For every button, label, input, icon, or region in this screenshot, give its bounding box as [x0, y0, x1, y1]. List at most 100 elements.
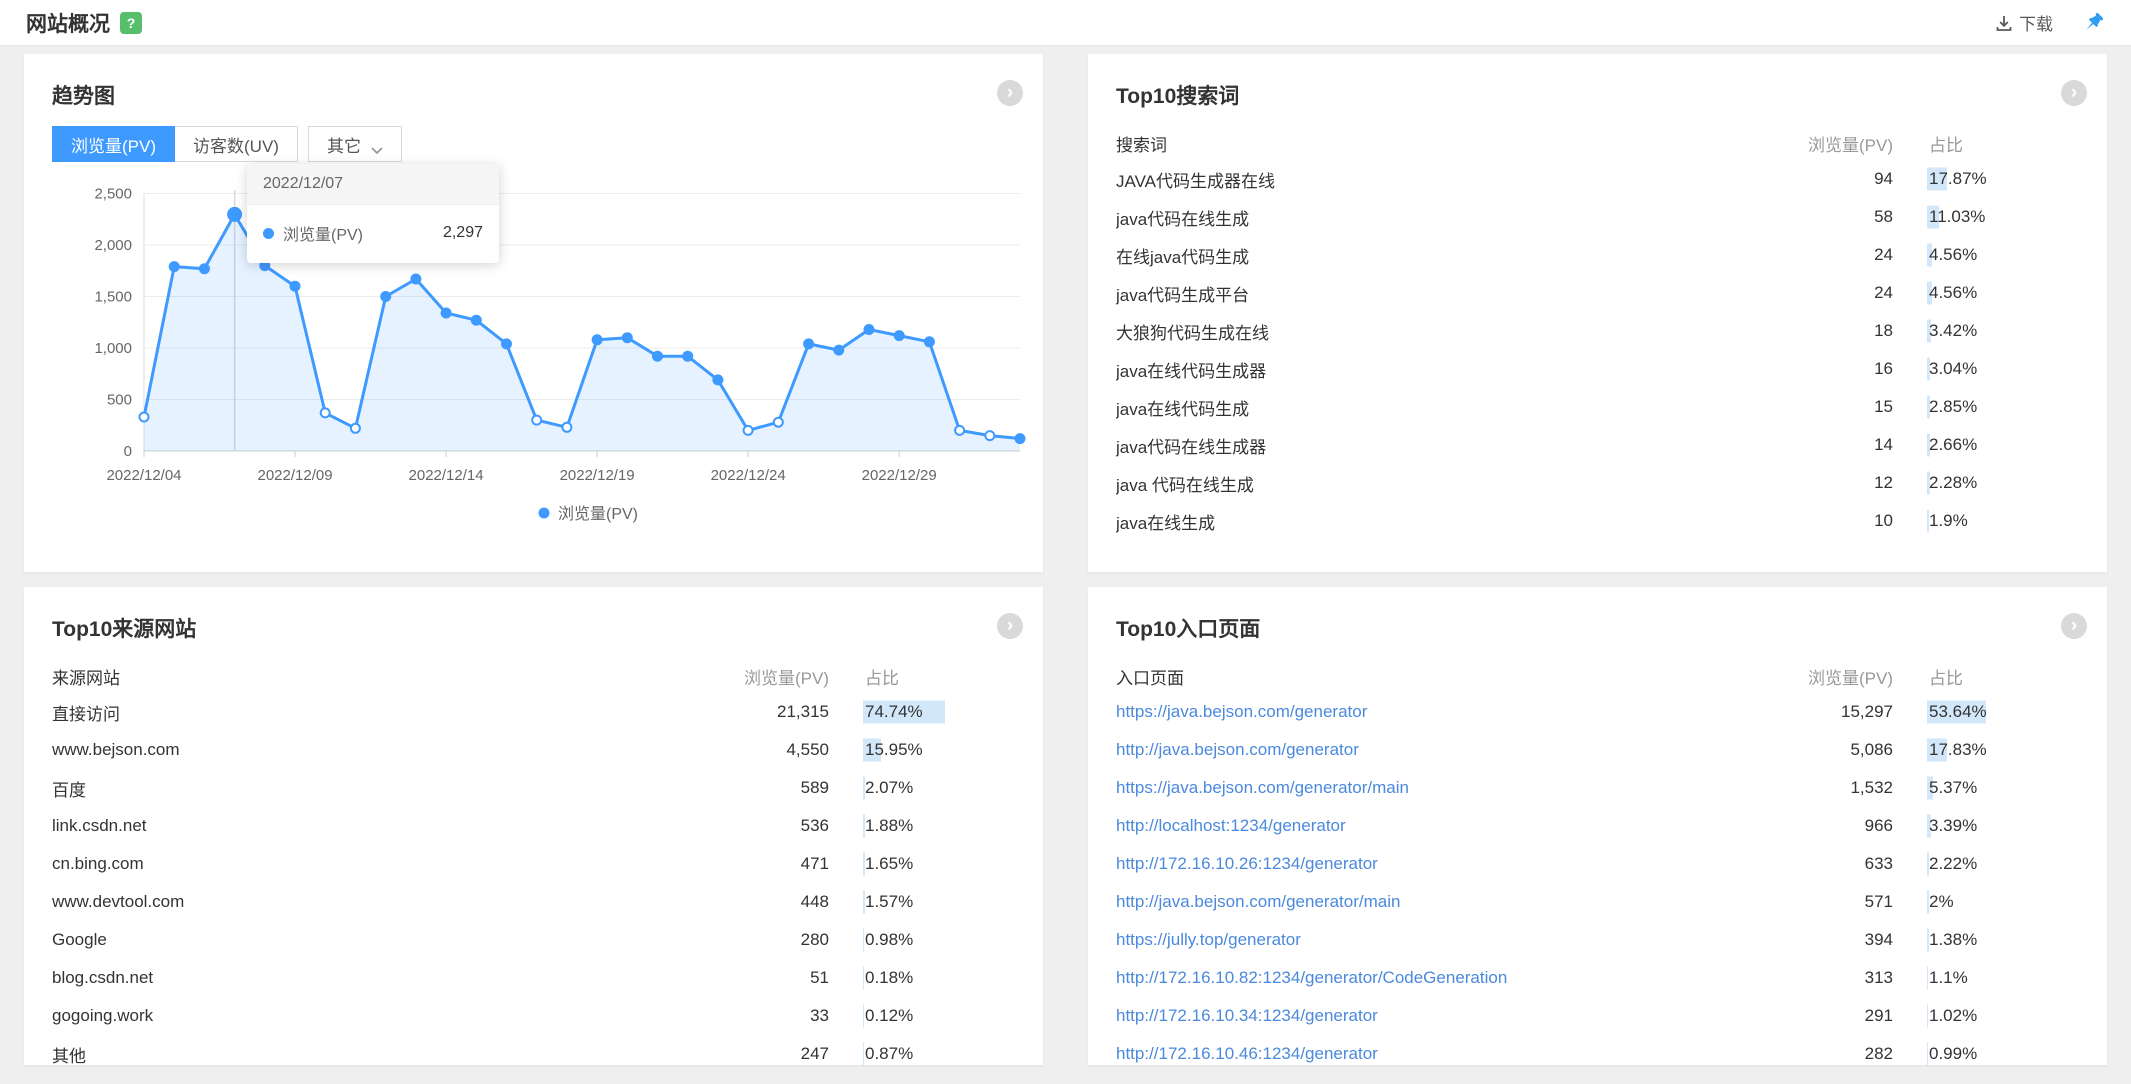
pct-text: 1.65%: [865, 854, 913, 873]
row-name: java代码在线生成器: [1116, 433, 1783, 458]
row-pv: 589: [719, 778, 829, 798]
y-axis-label: 500: [107, 392, 132, 409]
data-point[interactable]: [955, 426, 964, 435]
row-name: http://java.bejson.com/generator/main: [1116, 892, 1783, 912]
data-point[interactable]: [140, 413, 149, 422]
col-pv: 浏览量(PV): [719, 664, 829, 689]
pct-text: 2.07%: [865, 778, 913, 797]
data-point[interactable]: [804, 339, 813, 348]
referrer-panel: Top10来源网站 › 来源网站 浏览量(PV) 占比 直接访问21,31574…: [24, 587, 1043, 1065]
table-row: 直接访问21,31574.74%: [52, 693, 1015, 731]
pct-text: 2.22%: [1929, 854, 1977, 873]
data-point[interactable]: [200, 264, 209, 273]
data-point[interactable]: [985, 431, 994, 440]
col-search-word: 搜索词: [1116, 131, 1783, 156]
row-pv: 21,315: [719, 702, 829, 722]
pct-text: 1.1%: [1929, 968, 1968, 987]
x-axis-label: 2022/12/04: [106, 467, 181, 484]
table-row: https://java.bejson.com/generator15,2975…: [1116, 693, 2079, 731]
trend-panel-expand-button chevron-right-icon[interactable]: ›: [997, 80, 1023, 106]
pct-text: 4.56%: [1929, 283, 1977, 302]
row-name: java代码生成平台: [1116, 281, 1783, 306]
legend-label[interactable]: 浏览量(PV): [558, 505, 638, 523]
row-pct: 3.39%: [1929, 816, 2079, 836]
data-point[interactable]: [653, 352, 662, 361]
data-point[interactable]: [744, 426, 753, 435]
entry-page-link[interactable]: https://java.bejson.com/generator: [1116, 702, 1367, 721]
trend-line-chart[interactable]: 05001,0001,5002,0002,5002022/12/042022/1…: [24, 178, 1040, 528]
tab-uv[interactable]: 访客数(UV): [174, 126, 298, 162]
pin-icon[interactable]: [2081, 11, 2105, 35]
download-button[interactable]: 下载: [1995, 10, 2053, 35]
entry-table-body: https://java.bejson.com/generator15,2975…: [1116, 693, 2079, 1073]
data-point[interactable]: [351, 424, 360, 433]
y-axis-label: 1,500: [94, 289, 132, 306]
data-point[interactable]: [895, 331, 904, 340]
entry-page-link[interactable]: http://java.bejson.com/generator/main: [1116, 892, 1400, 911]
referrer-panel-expand-button chevron-right-icon[interactable]: ›: [997, 613, 1023, 639]
row-name: https://java.bejson.com/generator: [1116, 702, 1783, 722]
pct-text: 53.64%: [1929, 702, 1987, 721]
pct-text: 2.66%: [1929, 435, 1977, 454]
row-name: gogoing.work: [52, 1006, 719, 1026]
pct-text: 2%: [1929, 892, 1954, 911]
help-icon[interactable]: ?: [120, 12, 142, 34]
col-entry-page: 入口页面: [1116, 664, 1783, 689]
search-table-body: JAVA代码生成器在线9417.87%java代码在线生成5811.03%在线j…: [1116, 160, 2079, 540]
data-point[interactable]: [291, 282, 300, 291]
row-pct: 1.38%: [1929, 930, 2079, 950]
table-row: http://172.16.10.46:1234/generator2820.9…: [1116, 1035, 2079, 1073]
y-axis-label: 2,500: [94, 186, 132, 203]
entry-page-link[interactable]: http://172.16.10.34:1234/generator: [1116, 1006, 1378, 1025]
row-pct: 17.83%: [1929, 740, 2079, 760]
entry-page-link[interactable]: http://172.16.10.46:1234/generator: [1116, 1044, 1378, 1063]
entry-panel-expand-button chevron-right-icon[interactable]: ›: [2061, 613, 2087, 639]
data-point[interactable]: [774, 418, 783, 427]
data-point[interactable]: [228, 208, 241, 221]
row-pv: 15: [1783, 397, 1893, 417]
data-point[interactable]: [411, 275, 420, 284]
entry-page-link[interactable]: http://java.bejson.com/generator: [1116, 740, 1359, 759]
data-point[interactable]: [381, 292, 390, 301]
tab-pv[interactable]: 浏览量(PV): [52, 126, 175, 162]
row-pv: 571: [1783, 892, 1893, 912]
referrer-panel-title: Top10来源网站: [52, 613, 196, 643]
legend-dot-icon[interactable]: [539, 508, 550, 519]
data-point[interactable]: [713, 375, 722, 384]
data-point[interactable]: [442, 309, 451, 318]
data-point[interactable]: [170, 262, 179, 271]
row-pv: 5,086: [1783, 740, 1893, 760]
entry-page-link[interactable]: http://172.16.10.26:1234/generator: [1116, 854, 1378, 873]
row-pv: 966: [1783, 816, 1893, 836]
data-point[interactable]: [593, 335, 602, 344]
entry-page-link[interactable]: https://java.bejson.com/generator/main: [1116, 778, 1409, 797]
pct-text: 17.83%: [1929, 740, 1987, 759]
x-axis-label: 2022/12/24: [711, 467, 786, 484]
col-referrer: 来源网站: [52, 664, 719, 689]
data-point[interactable]: [502, 339, 511, 348]
entry-page-link[interactable]: http://localhost:1234/generator: [1116, 816, 1346, 835]
tooltip-series-value: 2,297: [443, 224, 483, 242]
search-panel-expand-button chevron-right-icon[interactable]: ›: [2061, 80, 2087, 106]
entry-page-link[interactable]: http://172.16.10.82:1234/generator/CodeG…: [1116, 968, 1507, 987]
row-pv: 291: [1783, 1006, 1893, 1026]
pct-text: 2.28%: [1929, 473, 1977, 492]
table-row: www.bejson.com4,55015.95%: [52, 731, 1015, 769]
data-point[interactable]: [321, 408, 330, 417]
row-name: blog.csdn.net: [52, 968, 719, 988]
pct-text: 17.87%: [1929, 169, 1987, 188]
entry-page-link[interactable]: https://jully.top/generator: [1116, 930, 1301, 949]
data-point[interactable]: [562, 423, 571, 432]
data-point[interactable]: [834, 346, 843, 355]
table-row: 大狼狗代码生成在线183.42%: [1116, 312, 2079, 350]
data-point[interactable]: [683, 352, 692, 361]
data-point[interactable]: [1016, 434, 1025, 443]
data-point[interactable]: [472, 316, 481, 325]
data-point[interactable]: [865, 325, 874, 334]
tab-other-dropdown[interactable]: 其它: [308, 126, 402, 162]
data-point[interactable]: [925, 337, 934, 346]
pct-text: 15.95%: [865, 740, 923, 759]
table-row: java 代码在线生成122.28%: [1116, 464, 2079, 502]
data-point[interactable]: [623, 333, 632, 342]
data-point[interactable]: [532, 416, 541, 425]
